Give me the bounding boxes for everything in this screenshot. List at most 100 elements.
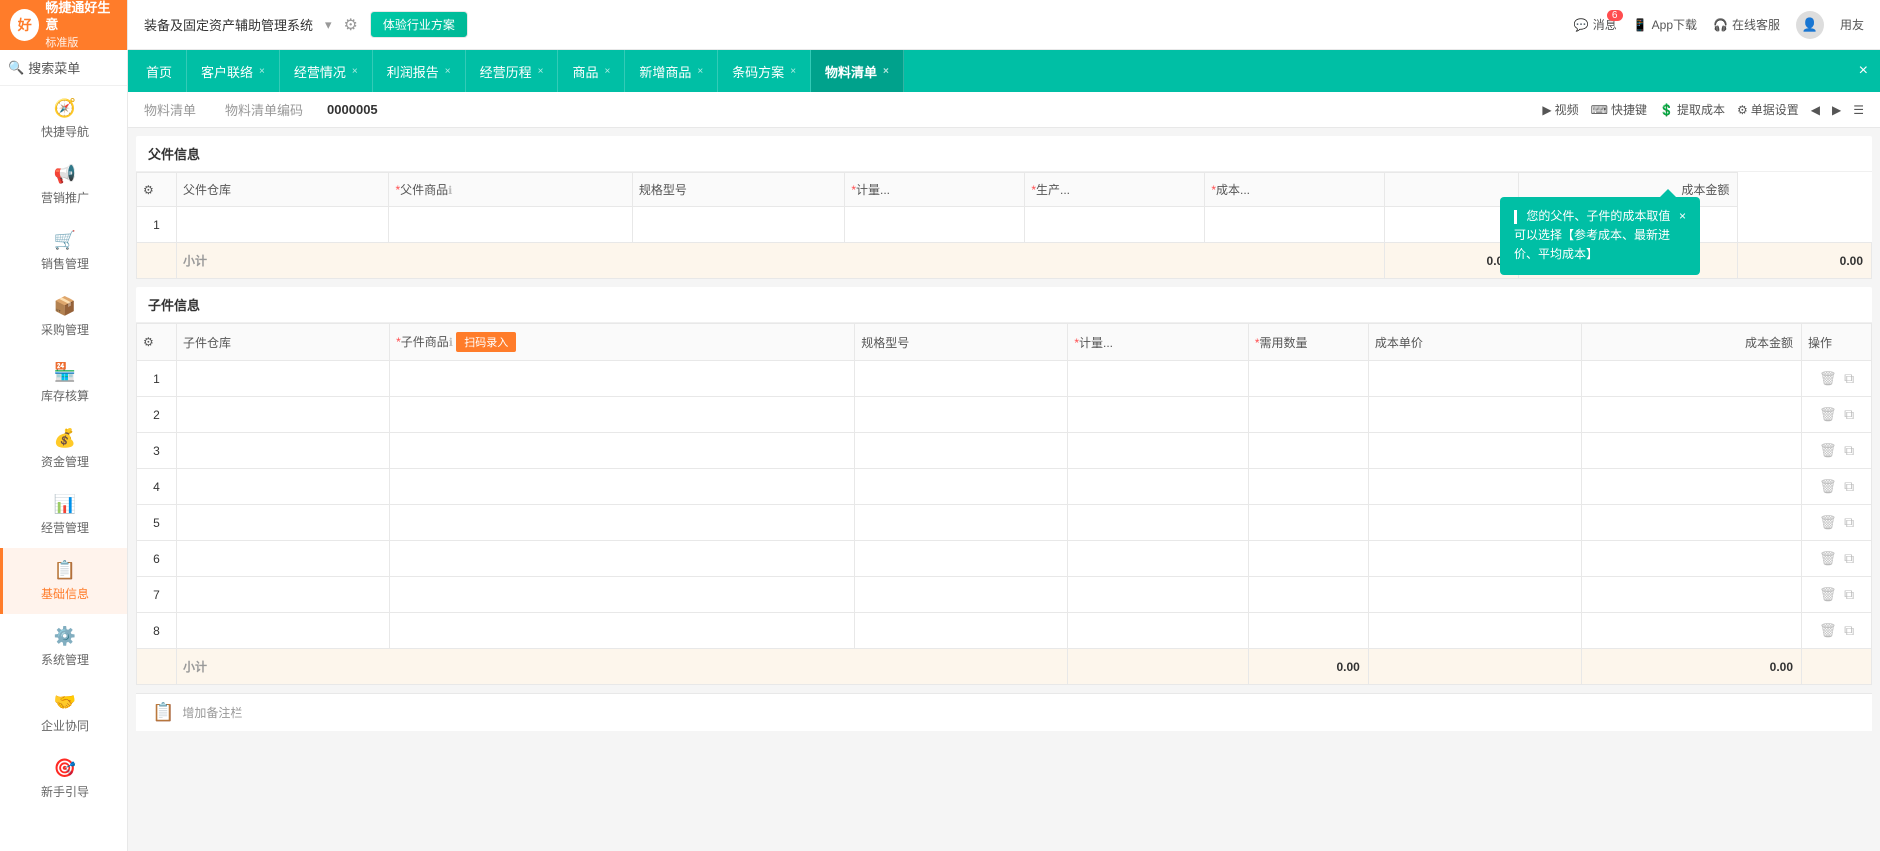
settings-icon[interactable]: ⚙	[344, 15, 358, 35]
prev-page-action[interactable]: ◀	[1811, 103, 1820, 117]
child-unit-cost[interactable]	[1368, 361, 1581, 397]
scan-input-btn[interactable]: 扫码录入	[456, 332, 516, 352]
tab-close-icon[interactable]: ×	[352, 66, 358, 77]
child-qty[interactable]	[1248, 361, 1368, 397]
sidebar-item-guide[interactable]: 🎯 新手引导	[0, 746, 127, 812]
sidebar-item-purchase[interactable]: 📦 采购管理	[0, 284, 127, 350]
tab-profit[interactable]: 利润报告×	[373, 50, 466, 92]
child-warehouse[interactable]	[177, 433, 390, 469]
delete-icon[interactable]: 🗑	[1819, 406, 1837, 422]
child-unit[interactable]	[1068, 505, 1248, 541]
child-unit[interactable]	[1068, 541, 1248, 577]
sidebar-item-basic-info[interactable]: 📋 基础信息	[0, 548, 127, 614]
child-spec[interactable]	[855, 469, 1068, 505]
child-spec[interactable]	[855, 433, 1068, 469]
parent-goods-cell[interactable]	[389, 207, 632, 243]
sidebar-item-marketing[interactable]: 📢 营销推广	[0, 152, 127, 218]
delete-icon[interactable]: 🗑	[1819, 622, 1837, 638]
shortcut-action[interactable]: ⌨ 快捷键	[1591, 101, 1647, 118]
add-remarks-text[interactable]: 增加备注栏	[182, 704, 242, 721]
child-qty[interactable]	[1248, 577, 1368, 613]
child-unit[interactable]	[1068, 469, 1248, 505]
tab-home[interactable]: 首页	[132, 50, 187, 92]
child-unit[interactable]	[1068, 433, 1248, 469]
tab-close-icon[interactable]: ×	[604, 66, 610, 77]
gear-icon[interactable]: ⚙	[143, 183, 154, 197]
tab-close-icon[interactable]: ×	[538, 66, 544, 77]
delete-icon[interactable]: 🗑	[1819, 514, 1837, 530]
child-spec[interactable]	[855, 613, 1068, 649]
single-settings-action[interactable]: ⚙ 单据设置	[1737, 101, 1799, 118]
trial-button[interactable]: 体验行业方案	[370, 11, 468, 38]
delete-icon[interactable]: 🗑	[1819, 370, 1837, 386]
gear-icon-child[interactable]: ⚙	[143, 335, 154, 349]
add-remarks-icon[interactable]: 📋	[152, 702, 174, 723]
message-badge[interactable]: 💬 消息 6	[1574, 16, 1617, 33]
parent-warehouse-cell[interactable]	[177, 207, 389, 243]
nav-close-all-icon[interactable]: ×	[1851, 62, 1876, 80]
child-unit-cost[interactable]	[1368, 433, 1581, 469]
child-goods[interactable]	[390, 397, 855, 433]
copy-icon[interactable]: ⧉	[1844, 406, 1854, 422]
child-unit-cost[interactable]	[1368, 577, 1581, 613]
child-goods[interactable]	[390, 613, 855, 649]
video-action[interactable]: ▶ 视频	[1542, 101, 1578, 118]
child-unit[interactable]	[1068, 361, 1248, 397]
tab-close-icon[interactable]: ×	[790, 66, 796, 77]
child-goods[interactable]	[390, 541, 855, 577]
child-warehouse[interactable]	[177, 505, 390, 541]
child-goods[interactable]	[390, 361, 855, 397]
sidebar-item-quick-nav[interactable]: 🧭 快捷导航	[0, 86, 127, 152]
sidebar-item-system[interactable]: ⚙️ 系统管理	[0, 614, 127, 680]
child-warehouse[interactable]	[177, 613, 390, 649]
child-warehouse[interactable]	[177, 577, 390, 613]
child-unit-cost[interactable]	[1368, 613, 1581, 649]
child-unit[interactable]	[1068, 613, 1248, 649]
child-spec[interactable]	[855, 541, 1068, 577]
list-view-action[interactable]: ☰	[1853, 103, 1864, 117]
copy-icon[interactable]: ⧉	[1844, 442, 1854, 458]
child-qty[interactable]	[1248, 433, 1368, 469]
child-goods[interactable]	[390, 433, 855, 469]
next-page-action[interactable]: ▶	[1832, 103, 1841, 117]
delete-icon[interactable]: 🗑	[1819, 442, 1837, 458]
child-unit[interactable]	[1068, 397, 1248, 433]
child-qty[interactable]	[1248, 469, 1368, 505]
child-spec[interactable]	[855, 505, 1068, 541]
sidebar-item-inventory[interactable]: 🏪 库存核算	[0, 350, 127, 416]
sidebar-search[interactable]: 🔍 搜索菜单	[0, 50, 127, 86]
tab-close-icon[interactable]: ×	[259, 66, 265, 77]
delete-icon[interactable]: 🗑	[1819, 478, 1837, 494]
child-qty[interactable]	[1248, 541, 1368, 577]
sidebar-item-operations[interactable]: 📊 经营管理	[0, 482, 127, 548]
tab-operations[interactable]: 经营情况×	[280, 50, 373, 92]
child-goods[interactable]	[390, 505, 855, 541]
copy-icon[interactable]: ⧉	[1844, 586, 1854, 602]
tab-close-icon[interactable]: ×	[445, 66, 451, 77]
child-spec[interactable]	[855, 397, 1068, 433]
tab-add-goods[interactable]: 新增商品×	[625, 50, 718, 92]
app-download-btn[interactable]: 📱 App下载	[1633, 16, 1697, 33]
delete-icon[interactable]: 🗑	[1819, 586, 1837, 602]
child-unit-cost[interactable]	[1368, 541, 1581, 577]
parent-production-cell[interactable]	[1025, 207, 1205, 243]
tab-close-icon[interactable]: ×	[883, 66, 889, 77]
sidebar-item-sales[interactable]: 🛒 销售管理	[0, 218, 127, 284]
copy-icon[interactable]: ⧉	[1844, 514, 1854, 530]
topbar-dropdown-icon[interactable]: ▾	[325, 17, 332, 33]
child-unit[interactable]	[1068, 577, 1248, 613]
parent-unit-cell[interactable]	[845, 207, 1025, 243]
extract-cost-action[interactable]: 💲 提取成本	[1659, 101, 1725, 118]
child-qty[interactable]	[1248, 505, 1368, 541]
child-qty[interactable]	[1248, 397, 1368, 433]
child-goods[interactable]	[390, 577, 855, 613]
copy-icon[interactable]: ⧉	[1844, 370, 1854, 386]
child-unit-cost[interactable]	[1368, 469, 1581, 505]
child-unit-cost[interactable]	[1368, 397, 1581, 433]
copy-icon[interactable]: ⧉	[1844, 622, 1854, 638]
copy-icon[interactable]: ⧉	[1844, 478, 1854, 494]
tab-bom[interactable]: 物料清单×	[811, 50, 904, 92]
child-qty[interactable]	[1248, 613, 1368, 649]
delete-icon[interactable]: 🗑	[1819, 550, 1837, 566]
child-warehouse[interactable]	[177, 397, 390, 433]
